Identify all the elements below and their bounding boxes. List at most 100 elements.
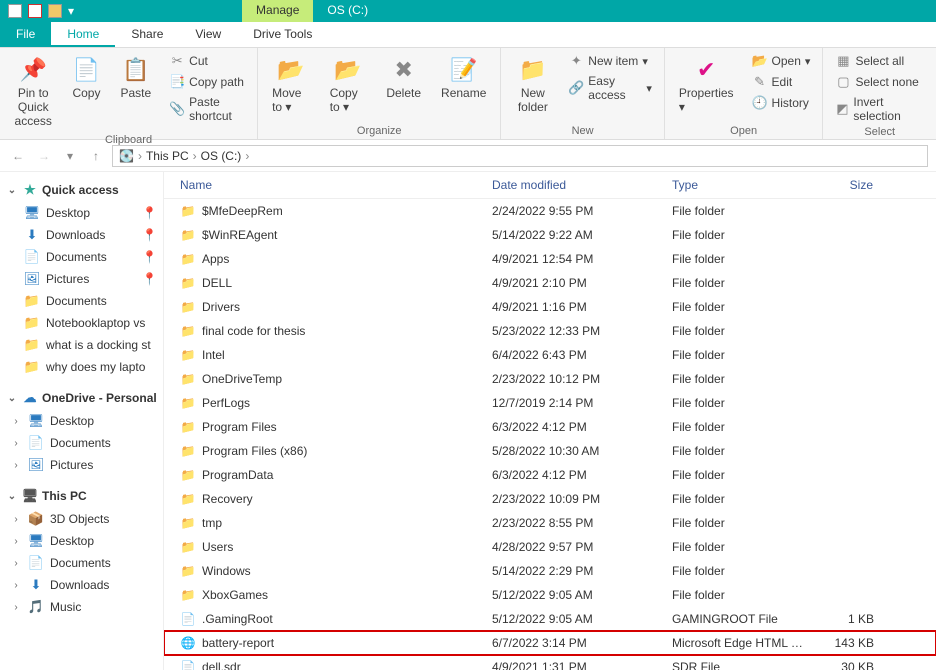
qat-icon-2[interactable] — [28, 4, 42, 18]
rename-button[interactable]: 📝Rename — [435, 52, 492, 104]
chevron-icon[interactable]: › — [10, 514, 22, 525]
edit-button[interactable]: ✎Edit — [748, 73, 815, 91]
sidebar-this-pc[interactable]: ⌄🖥This PC — [0, 484, 163, 508]
properties-button[interactable]: ✔Properties ▾ — [673, 52, 740, 118]
chevron-icon[interactable]: › — [10, 558, 22, 569]
tab-home[interactable]: Home — [51, 22, 115, 47]
file-row[interactable]: 📁tmp2/23/2022 8:55 PMFile folder — [164, 511, 936, 535]
new-item-button[interactable]: ✦New item ▾ — [564, 52, 656, 70]
select-all-button[interactable]: ▦Select all — [831, 52, 928, 70]
chevron-icon[interactable]: › — [10, 536, 22, 547]
file-row[interactable]: 📄dell.sdr4/9/2021 1:31 PMSDR File30 KB — [164, 655, 936, 670]
chevron-down-icon[interactable]: ⌄ — [6, 185, 18, 196]
paste-button[interactable]: 📋Paste — [114, 52, 157, 104]
file-row[interactable]: 📁ProgramData6/3/2022 4:12 PMFile folder — [164, 463, 936, 487]
file-row[interactable]: 📁Apps4/9/2021 12:54 PMFile folder — [164, 247, 936, 271]
chevron-icon[interactable]: › — [193, 149, 197, 163]
move-to-button[interactable]: 📂Move to ▾ — [266, 52, 316, 118]
file-row[interactable]: 📁Program Files6/3/2022 4:12 PMFile folde… — [164, 415, 936, 439]
sidebar-item[interactable]: 🖥Desktop📍 — [0, 202, 163, 224]
qat-icon-3[interactable] — [48, 4, 62, 18]
tab-drive-tools[interactable]: Drive Tools — [237, 22, 328, 47]
file-row[interactable]: 📁Users4/28/2022 9:57 PMFile folder — [164, 535, 936, 559]
paste-shortcut-button[interactable]: 📎Paste shortcut — [165, 94, 249, 124]
file-row[interactable]: 📁final code for thesis5/23/2022 12:33 PM… — [164, 319, 936, 343]
file-row[interactable]: 📁Intel6/4/2022 6:43 PMFile folder — [164, 343, 936, 367]
item-icon: 🎵 — [28, 599, 44, 615]
breadcrumb-drive[interactable]: OS (C:) — [201, 149, 242, 163]
sidebar-item[interactable]: ›🖥Desktop — [0, 530, 163, 552]
qat-icon-1[interactable] — [8, 4, 22, 18]
chevron-icon[interactable]: › — [10, 580, 22, 591]
file-row[interactable]: 🌐battery-report6/7/2022 3:14 PMMicrosoft… — [164, 631, 936, 655]
file-list[interactable]: Name Date modified Type Size 📁$MfeDeepRe… — [164, 172, 936, 670]
file-row[interactable]: 📁OneDriveTemp2/23/2022 10:12 PMFile fold… — [164, 367, 936, 391]
file-row[interactable]: 📁DELL4/9/2021 2:10 PMFile folder — [164, 271, 936, 295]
file-row[interactable]: 📄.GamingRoot5/12/2022 9:05 AMGAMINGROOT … — [164, 607, 936, 631]
cut-button[interactable]: ✂Cut — [165, 52, 249, 70]
chevron-icon[interactable]: › — [10, 438, 22, 449]
history-button[interactable]: 🕘History — [748, 94, 815, 112]
file-row[interactable]: 📁Windows5/14/2022 2:29 PMFile folder — [164, 559, 936, 583]
chevron-icon[interactable]: › — [138, 149, 142, 163]
sidebar-item[interactable]: 📄Documents📍 — [0, 246, 163, 268]
pin-to-quick-access-button[interactable]: 📌Pin to Quick access — [8, 52, 58, 132]
file-type: File folder — [664, 346, 814, 364]
sidebar-item[interactable]: 🖼Pictures📍 — [0, 268, 163, 290]
file-row[interactable]: 📁Drivers4/9/2021 1:16 PMFile folder — [164, 295, 936, 319]
up-button[interactable]: ↑ — [86, 146, 106, 166]
qat-overflow-icon[interactable]: ▾ — [68, 4, 74, 18]
chevron-icon[interactable]: › — [10, 416, 22, 427]
copy-path-button[interactable]: 📑Copy path — [165, 73, 249, 91]
file-row[interactable]: 📁$WinREAgent5/14/2022 9:22 AMFile folder — [164, 223, 936, 247]
file-row[interactable]: 📁PerfLogs12/7/2019 2:14 PMFile folder — [164, 391, 936, 415]
tab-file[interactable]: File — [0, 22, 51, 47]
chevron-down-icon[interactable]: ⌄ — [6, 491, 18, 502]
column-type[interactable]: Type — [664, 172, 814, 198]
back-button[interactable]: ← — [8, 146, 28, 166]
chevron-icon[interactable]: › — [245, 149, 249, 163]
sidebar-item[interactable]: ›📄Documents — [0, 432, 163, 454]
sidebar-item[interactable]: ›📄Documents — [0, 552, 163, 574]
column-date[interactable]: Date modified — [484, 172, 664, 198]
forward-button[interactable]: → — [34, 146, 54, 166]
copy-to-button[interactable]: 📂Copy to ▾ — [324, 52, 373, 118]
delete-button[interactable]: ✖Delete — [380, 52, 427, 104]
sidebar-item[interactable]: ›🎵Music — [0, 596, 163, 618]
sidebar-item[interactable]: 📁what is a docking st — [0, 334, 163, 356]
recent-button[interactable]: ▾ — [60, 146, 80, 166]
file-row[interactable]: 📁XboxGames5/12/2022 9:05 AMFile folder — [164, 583, 936, 607]
column-name[interactable]: Name — [164, 172, 484, 198]
sidebar-item[interactable]: 📁Notebooklaptop vs — [0, 312, 163, 334]
file-type: File folder — [664, 586, 814, 604]
open-button[interactable]: 📂Open ▾ — [748, 52, 815, 70]
sidebar-item[interactable]: ›⬇Downloads — [0, 574, 163, 596]
breadcrumb-pc[interactable]: This PC — [146, 149, 189, 163]
invert-selection-button[interactable]: ◩Invert selection — [831, 94, 928, 124]
file-row[interactable]: 📁Program Files (x86)5/28/2022 10:30 AMFi… — [164, 439, 936, 463]
file-size — [814, 473, 894, 477]
sidebar-onedrive[interactable]: ⌄☁OneDrive - Personal — [0, 386, 163, 410]
file-row[interactable]: 📁$MfeDeepRem2/24/2022 9:55 PMFile folder — [164, 199, 936, 223]
sidebar-item[interactable]: ›🖼Pictures — [0, 454, 163, 476]
sidebar-item[interactable]: ›📦3D Objects — [0, 508, 163, 530]
navigation-pane[interactable]: ⌄★Quick access 🖥Desktop📍⬇Downloads📍📄Docu… — [0, 172, 164, 670]
sidebar-item[interactable]: 📁Documents — [0, 290, 163, 312]
easy-access-button[interactable]: 🔗Easy access ▾ — [564, 73, 656, 103]
chevron-down-icon[interactable]: ⌄ — [6, 393, 18, 404]
sidebar-item[interactable]: 📁why does my lapto — [0, 356, 163, 378]
tab-share[interactable]: Share — [115, 22, 179, 47]
address-bar[interactable]: 💽 › This PC › OS (C:) › — [112, 145, 928, 167]
column-size[interactable]: Size — [814, 172, 894, 198]
sidebar-quick-access[interactable]: ⌄★Quick access — [0, 178, 163, 202]
select-none-button[interactable]: ▢Select none — [831, 73, 928, 91]
chevron-icon[interactable]: › — [10, 602, 22, 613]
context-tab[interactable]: Manage — [242, 0, 313, 22]
new-folder-button[interactable]: 📁New folder — [509, 52, 556, 118]
tab-view[interactable]: View — [179, 22, 237, 47]
sidebar-item[interactable]: ›🖥Desktop — [0, 410, 163, 432]
sidebar-item[interactable]: ⬇Downloads📍 — [0, 224, 163, 246]
file-row[interactable]: 📁Recovery2/23/2022 10:09 PMFile folder — [164, 487, 936, 511]
copy-button[interactable]: 📄Copy — [66, 52, 106, 104]
chevron-icon[interactable]: › — [10, 460, 22, 471]
